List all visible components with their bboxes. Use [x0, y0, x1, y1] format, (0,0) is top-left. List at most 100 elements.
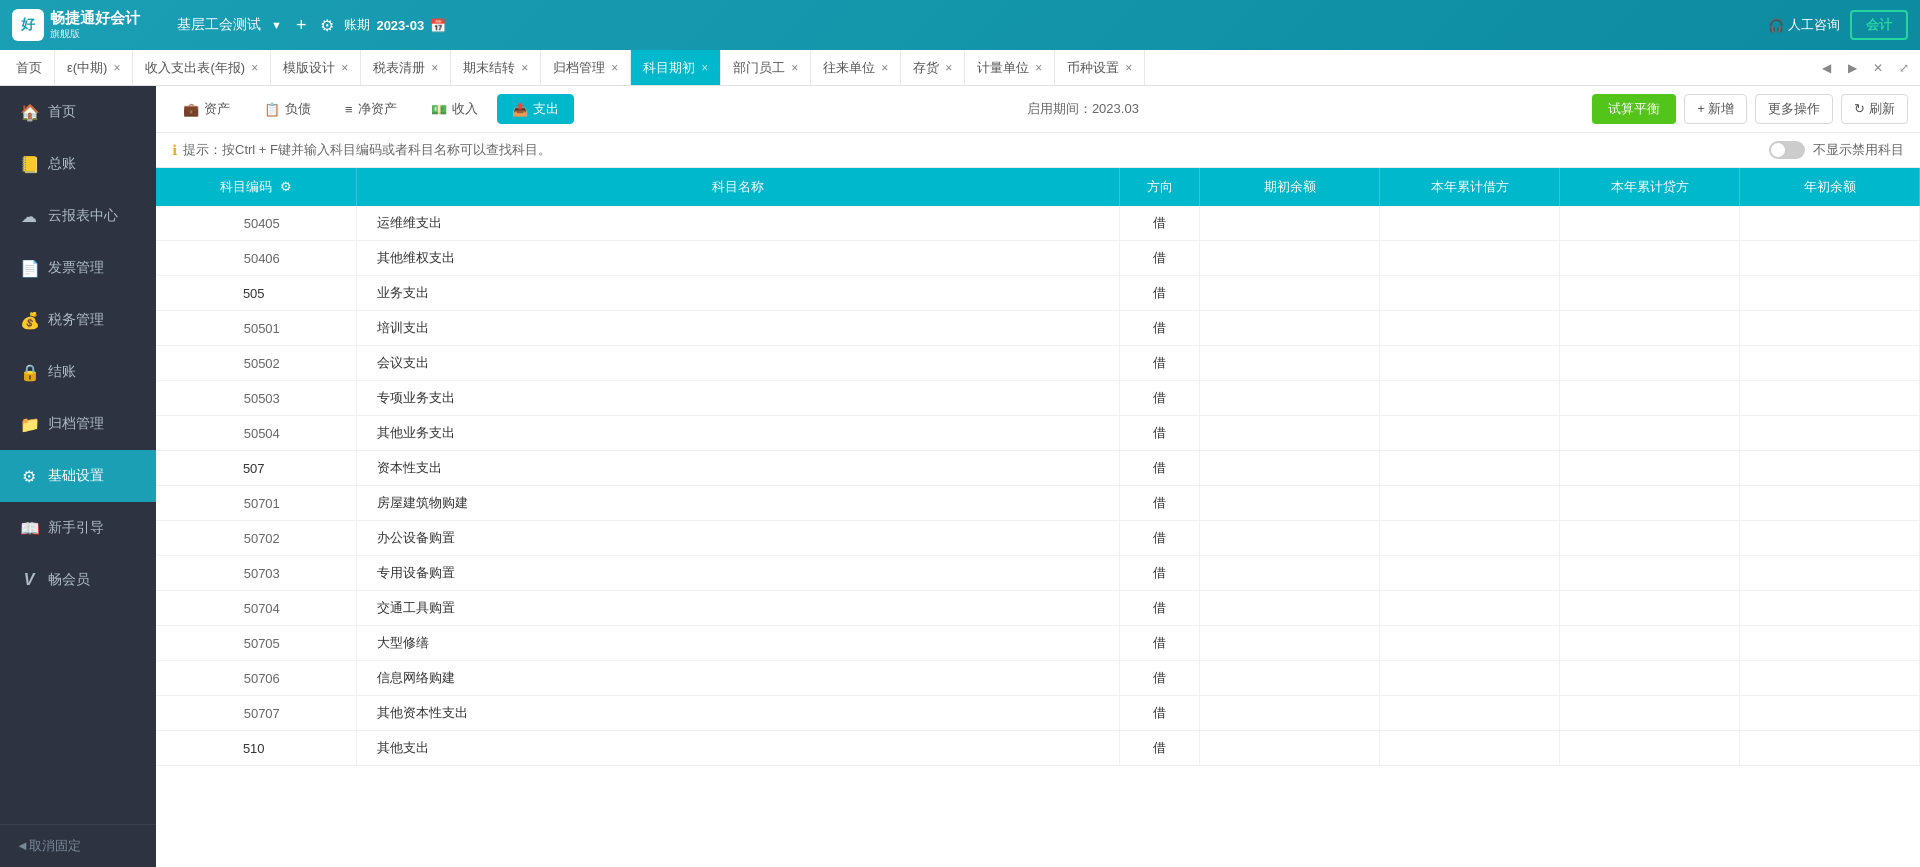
- close-icon[interactable]: ×: [611, 61, 618, 75]
- table-row[interactable]: 50707 其他资本性支出 借: [156, 696, 1920, 731]
- balance-button[interactable]: 试算平衡: [1592, 94, 1676, 124]
- close-icon[interactable]: ×: [1035, 61, 1042, 75]
- cell-year-opening: [1740, 626, 1920, 661]
- cell-name: 其他支出: [356, 731, 1120, 766]
- sidebar-item-settings[interactable]: ⚙ 基础设置: [0, 450, 156, 502]
- table-row[interactable]: 50706 信息网络购建 借: [156, 661, 1920, 696]
- sidebar-item-vip[interactable]: V 畅会员: [0, 554, 156, 606]
- sidebar-footer-collapse[interactable]: ◄取消固定: [0, 824, 156, 867]
- tab-unit[interactable]: 计量单位 ×: [965, 50, 1055, 86]
- close-icon[interactable]: ×: [881, 61, 888, 75]
- table-row[interactable]: 510 其他支出 借: [156, 731, 1920, 766]
- logo-icon: 好: [12, 9, 44, 41]
- table-row[interactable]: 507 资本性支出 借: [156, 451, 1920, 486]
- sidebar-item-cloud[interactable]: ☁ 云报表中心: [0, 190, 156, 242]
- sidebar-item-home[interactable]: 🏠 首页: [0, 86, 156, 138]
- cell-dir: 借: [1120, 626, 1200, 661]
- table-row[interactable]: 50406 其他维权支出 借: [156, 241, 1920, 276]
- tab-dept[interactable]: 部门员工 ×: [721, 50, 811, 86]
- archive-icon: 📁: [20, 415, 38, 434]
- disable-toggle[interactable]: [1769, 141, 1805, 159]
- sub-tab-income[interactable]: 💵 收入: [416, 94, 493, 124]
- sub-tab-liability[interactable]: 📋 负债: [249, 94, 326, 124]
- tab-close-all[interactable]: ✕: [1866, 56, 1890, 80]
- cell-ytd-debit: [1380, 206, 1560, 241]
- sub-tab-asset[interactable]: 💼 资产: [168, 94, 245, 124]
- tab-nav-actions: ◀ ▶ ✕ ⤢: [1814, 56, 1916, 80]
- cell-opening: [1200, 731, 1380, 766]
- tab-counterpart[interactable]: 往来单位 ×: [811, 50, 901, 86]
- table-row[interactable]: 50703 专用设备购置 借: [156, 556, 1920, 591]
- close-icon[interactable]: ×: [945, 61, 952, 75]
- table-row[interactable]: 50501 培训支出 借: [156, 311, 1920, 346]
- table-row[interactable]: 50405 运维维支出 借: [156, 206, 1920, 241]
- table-row[interactable]: 50503 专项业务支出 借: [156, 381, 1920, 416]
- tip-text: 提示：按Ctrl + F键并输入科目编码或者科目名称可以查找科目。: [183, 141, 551, 159]
- close-icon[interactable]: ×: [791, 61, 798, 75]
- tab-taxform[interactable]: 税表清册 ×: [361, 50, 451, 86]
- cell-year-opening: [1740, 661, 1920, 696]
- settings-icon[interactable]: ⚙: [320, 16, 334, 35]
- table-row[interactable]: 505 业务支出 借: [156, 276, 1920, 311]
- tab-scroll-left[interactable]: ◀: [1814, 56, 1838, 80]
- tab-periodend[interactable]: 期末结转 ×: [451, 50, 541, 86]
- sidebar-item-archive[interactable]: 📁 归档管理: [0, 398, 156, 450]
- more-button[interactable]: 更多操作: [1755, 94, 1833, 124]
- close-icon[interactable]: ×: [521, 61, 528, 75]
- cell-opening: [1200, 696, 1380, 731]
- cell-opening: [1200, 416, 1380, 451]
- cloud-icon: ☁: [20, 207, 38, 226]
- close-icon[interactable]: ×: [431, 61, 438, 75]
- refresh-button[interactable]: ↻ 刷新: [1841, 94, 1908, 124]
- sidebar-item-guide[interactable]: 📖 新手引导: [0, 502, 156, 554]
- account-button[interactable]: 会计: [1850, 10, 1908, 40]
- table-row[interactable]: 50701 房屋建筑物购建 借: [156, 486, 1920, 521]
- th-year-opening: 年初余额: [1740, 168, 1920, 206]
- column-settings-icon[interactable]: ⚙: [280, 179, 292, 194]
- table-row[interactable]: 50704 交通工具购置 借: [156, 591, 1920, 626]
- tab-scroll-right[interactable]: ▶: [1840, 56, 1864, 80]
- sub-tab-expense[interactable]: 📤 支出: [497, 94, 574, 124]
- close-icon[interactable]: ×: [701, 61, 708, 75]
- sidebar-item-close[interactable]: 🔒 结账: [0, 346, 156, 398]
- chevron-down-icon[interactable]: ▼: [271, 19, 282, 31]
- table-row[interactable]: 50502 会议支出 借: [156, 346, 1920, 381]
- cell-ytd-credit: [1560, 276, 1740, 311]
- cell-dir: 借: [1120, 381, 1200, 416]
- cell-code: 50703: [156, 556, 356, 591]
- cell-ytd-debit: [1380, 451, 1560, 486]
- sidebar-item-tax[interactable]: 💰 税务管理: [0, 294, 156, 346]
- tab-expand[interactable]: ⤢: [1892, 56, 1916, 80]
- tab-annual[interactable]: 收入支出表(年报) ×: [133, 50, 271, 86]
- add-tab-btn[interactable]: +: [296, 15, 307, 36]
- close-icon[interactable]: ×: [251, 61, 258, 75]
- sidebar-item-ledger[interactable]: 📒 总账: [0, 138, 156, 190]
- sidebar-item-invoice[interactable]: 📄 发票管理: [0, 242, 156, 294]
- help-button[interactable]: 🎧 人工咨询: [1768, 16, 1840, 34]
- tab-subject-init[interactable]: 科目期初 ×: [631, 50, 721, 86]
- cell-code: 507: [156, 451, 356, 486]
- calendar-icon[interactable]: 📅: [430, 18, 446, 33]
- home-icon: 🏠: [20, 103, 38, 122]
- tab-currency[interactable]: 币种设置 ×: [1055, 50, 1145, 86]
- sub-tab-netasset[interactable]: ≡ 净资产: [330, 94, 412, 124]
- cell-ytd-credit: [1560, 381, 1740, 416]
- tab-midterm[interactable]: ε(中期) ×: [55, 50, 133, 86]
- table-row[interactable]: 50705 大型修缮 借: [156, 626, 1920, 661]
- table-row[interactable]: 50702 办公设备购置 借: [156, 521, 1920, 556]
- close-icon[interactable]: ×: [1125, 61, 1132, 75]
- cell-opening: [1200, 591, 1380, 626]
- add-button[interactable]: + 新增: [1684, 94, 1747, 124]
- close-icon[interactable]: ×: [341, 61, 348, 75]
- cell-code: 50405: [156, 206, 356, 241]
- tab-archive[interactable]: 归档管理 ×: [541, 50, 631, 86]
- tab-inventory[interactable]: 存货 ×: [901, 50, 965, 86]
- cell-ytd-credit: [1560, 486, 1740, 521]
- table-row[interactable]: 50504 其他业务支出 借: [156, 416, 1920, 451]
- tab-template[interactable]: 模版设计 ×: [271, 50, 361, 86]
- period-info: 账期 2023-03 📅: [344, 16, 446, 34]
- cell-name: 房屋建筑物购建: [356, 486, 1120, 521]
- tab-home[interactable]: 首页: [4, 50, 55, 86]
- main-layout: 🏠 首页 📒 总账 ☁ 云报表中心 📄 发票管理 💰 税务管理 🔒 结账 📁 归…: [0, 86, 1920, 867]
- close-icon[interactable]: ×: [113, 61, 120, 75]
